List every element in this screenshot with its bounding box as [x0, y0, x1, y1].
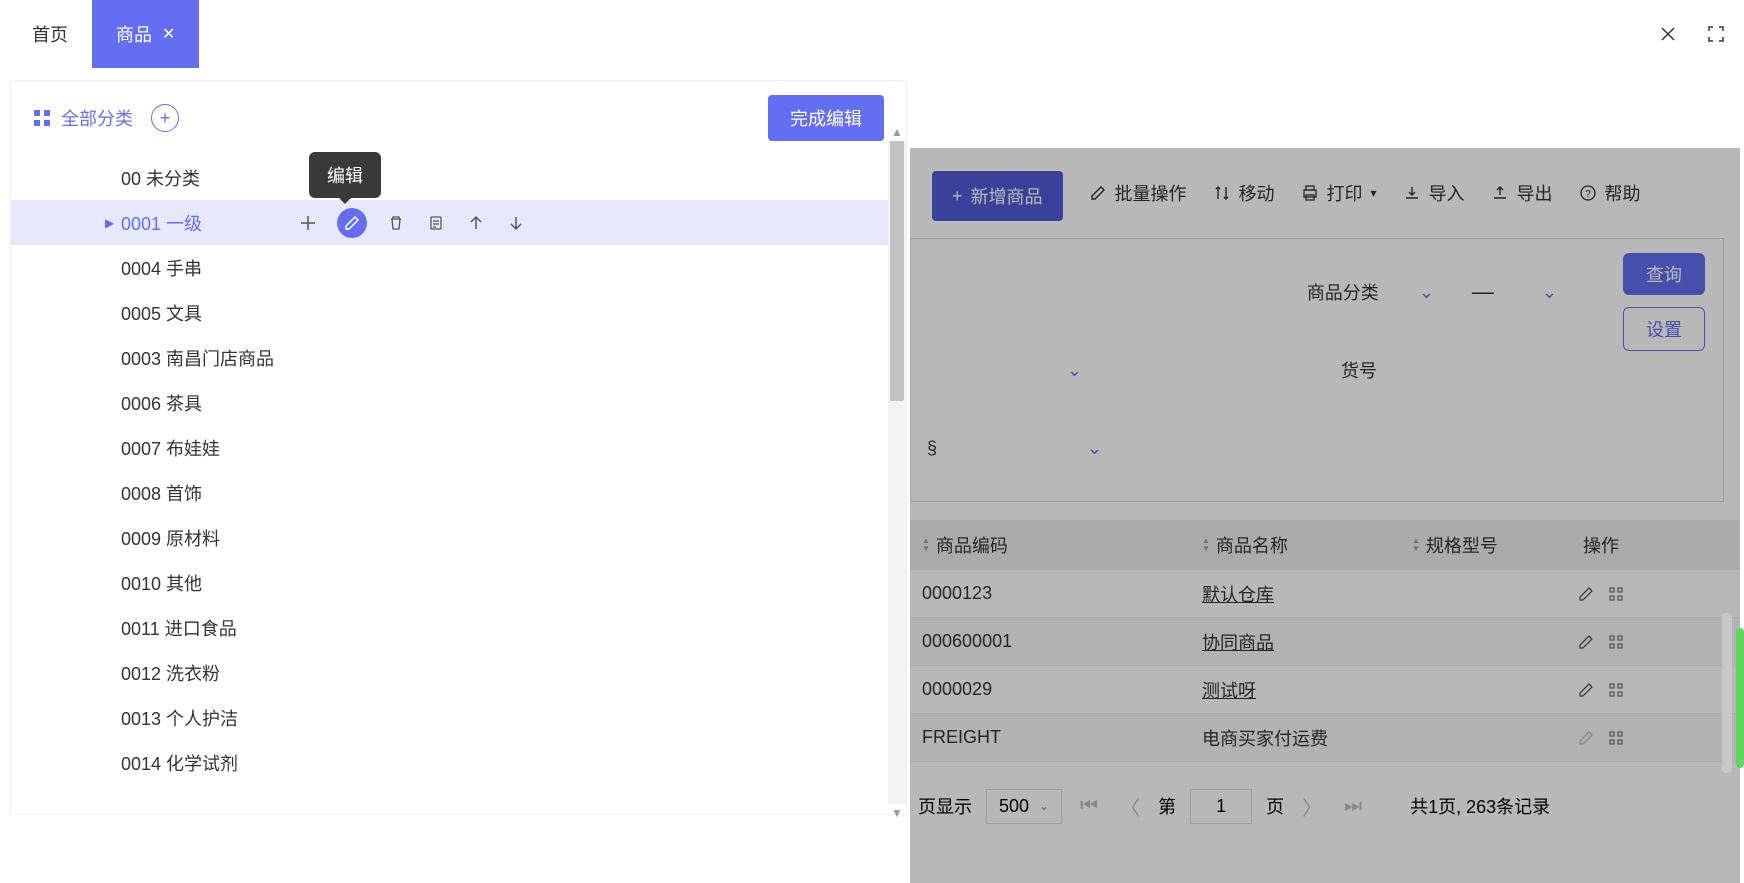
arrow-down-icon — [508, 215, 524, 231]
tree-item-label: 0009 原材料 — [121, 525, 220, 551]
category-panel-header: 全部分类 + 完成编辑 — [11, 81, 906, 155]
fullscreen-icon — [1707, 25, 1725, 43]
finish-edit-button[interactable]: 完成编辑 — [768, 95, 884, 141]
move-up-button[interactable] — [465, 212, 487, 234]
scrollbar-thumb[interactable] — [890, 141, 904, 401]
tree-item[interactable]: 0008 首饰 — [11, 470, 906, 515]
add-child-button[interactable] — [297, 212, 319, 234]
tree-item-actions — [297, 208, 527, 238]
tree-item-label: 0003 南昌门店商品 — [121, 345, 274, 371]
table-scrollbar[interactable] — [1722, 613, 1732, 773]
tab-home-label: 首页 — [32, 21, 68, 47]
tree-item-label: 0013 个人护洁 — [121, 705, 238, 731]
page-scroll-indicator[interactable] — [1736, 628, 1744, 768]
tree-item-selected[interactable]: ▶ 0001 一级 编辑 — [11, 200, 906, 245]
x-icon — [1659, 25, 1677, 43]
edit-icon — [344, 215, 360, 231]
edit-tooltip: 编辑 — [309, 152, 381, 198]
grid-icon — [33, 109, 51, 127]
close-icon[interactable]: ✕ — [162, 24, 175, 44]
tree-item-label: 0011 进口食品 — [121, 615, 237, 641]
tab-products[interactable]: 商品 ✕ — [92, 0, 199, 68]
tree-item-label: 0006 茶具 — [121, 390, 202, 416]
tree-item-label: 0001 一级 — [121, 210, 202, 236]
tree-item[interactable]: 0004 手串 — [11, 245, 906, 290]
tree-item-label: 0007 布娃娃 — [121, 435, 220, 461]
edit-button[interactable] — [337, 208, 367, 238]
tree-item[interactable]: 0011 进口食品 — [11, 605, 906, 650]
products-main-panel: + 新增商品 批量操作 移动 打印 ▾ 导入 — [910, 148, 1740, 883]
scroll-down-icon[interactable]: ▼ — [888, 804, 906, 822]
tab-home[interactable]: 首页 — [8, 0, 92, 68]
move-down-button[interactable] — [505, 212, 527, 234]
fullscreen-button[interactable] — [1696, 14, 1736, 54]
tree-item[interactable]: 0005 文具 — [11, 290, 906, 335]
tabs-right-controls — [1648, 14, 1736, 54]
tree-item[interactable]: 0007 布娃娃 — [11, 425, 906, 470]
modal-overlay[interactable] — [910, 148, 1740, 883]
tree-item[interactable]: 0014 化学试剂 — [11, 740, 906, 785]
delete-button[interactable] — [385, 212, 407, 234]
tree-item-label: 0010 其他 — [121, 570, 202, 596]
tree-item[interactable]: 0006 茶具 — [11, 380, 906, 425]
caret-right-icon: ▶ — [105, 216, 114, 230]
plus-icon: + — [160, 108, 171, 129]
tree-item[interactable]: 0003 南昌门店商品 — [11, 335, 906, 380]
trash-icon — [388, 215, 404, 231]
close-all-button[interactable] — [1648, 14, 1688, 54]
scrollbar[interactable]: ▲ ▼ — [888, 141, 906, 804]
tree-item[interactable]: 0010 其他 — [11, 560, 906, 605]
arrow-up-icon — [468, 215, 484, 231]
tree-item-label: 0008 首饰 — [121, 480, 202, 506]
tree-item-label: 0012 洗衣粉 — [121, 660, 220, 686]
tree-item[interactable]: 00 未分类 — [11, 155, 906, 200]
all-categories-link[interactable]: 全部分类 — [33, 105, 133, 131]
tabs-bar: 首页 商品 ✕ — [0, 0, 1744, 68]
tree-item[interactable]: 0009 原材料 — [11, 515, 906, 560]
document-icon — [428, 215, 444, 231]
all-categories-label: 全部分类 — [61, 105, 133, 131]
tree-item-label: 0014 化学试剂 — [121, 750, 238, 776]
tree-item[interactable]: 0012 洗衣粉 — [11, 650, 906, 695]
add-category-button[interactable]: + — [151, 104, 179, 132]
category-tree: 00 未分类 ▶ 0001 一级 编辑 — [11, 155, 906, 795]
tree-item-label: 00 未分类 — [121, 165, 200, 191]
merge-button[interactable] — [425, 212, 447, 234]
tree-item[interactable]: 0013 个人护洁 — [11, 695, 906, 740]
tree-item-label: 0004 手串 — [121, 255, 202, 281]
plus-icon — [299, 214, 317, 232]
tree-item-label: 0005 文具 — [121, 300, 202, 326]
tab-products-label: 商品 — [116, 21, 152, 47]
category-panel: 全部分类 + 完成编辑 00 未分类 ▶ 0001 一级 编辑 — [10, 80, 907, 815]
scroll-up-icon[interactable]: ▲ — [888, 123, 906, 141]
